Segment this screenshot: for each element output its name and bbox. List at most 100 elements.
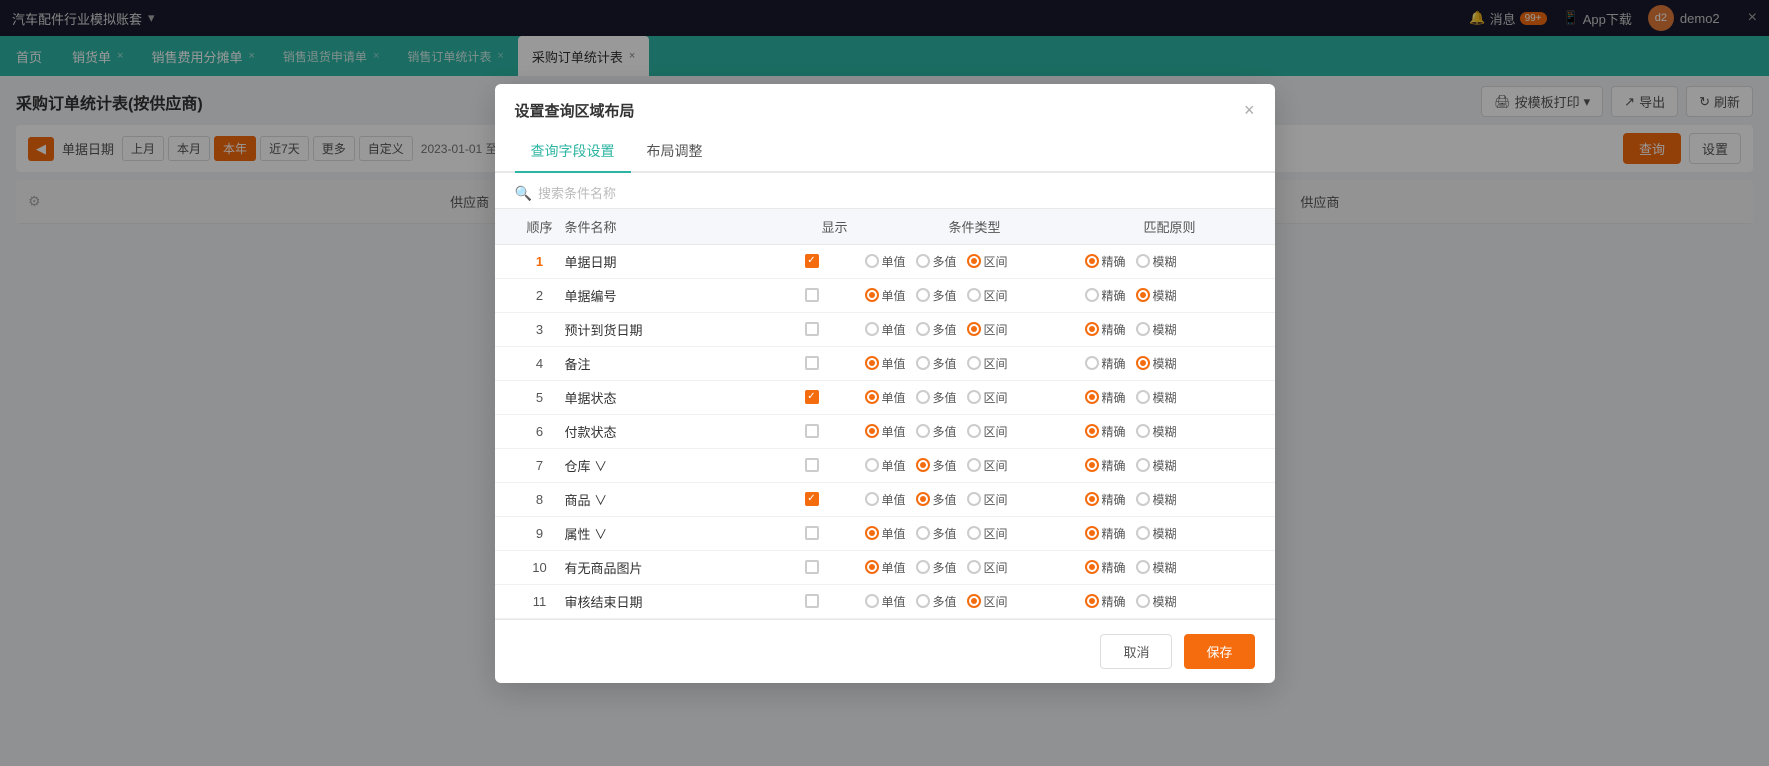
radio-type-多值[interactable]: 多值 [916, 389, 957, 406]
radio-match-模糊[interactable]: 模糊 [1136, 253, 1177, 270]
row-display[interactable] [805, 424, 865, 438]
row-display[interactable] [805, 322, 865, 336]
radio-match-模糊[interactable]: 模糊 [1136, 525, 1177, 542]
display-checkbox[interactable] [805, 390, 819, 404]
radio-type-多值[interactable]: 多值 [916, 321, 957, 338]
radio-type-区间[interactable]: 区间 [967, 491, 1008, 508]
radio-type-多值[interactable]: 多值 [916, 287, 957, 304]
radio-match-模糊[interactable]: 模糊 [1136, 423, 1177, 440]
row-display[interactable] [805, 458, 865, 472]
radio-type-单值[interactable]: 单值 [865, 525, 906, 542]
radio-type-单值[interactable]: 单值 [865, 253, 906, 270]
radio-match-精确[interactable]: 精确 [1085, 423, 1126, 440]
display-checkbox[interactable] [805, 560, 819, 574]
radio-type-单值[interactable]: 单值 [865, 423, 906, 440]
row-display[interactable] [805, 492, 865, 506]
row-display[interactable] [805, 390, 865, 404]
modal-close-btn[interactable]: × [1244, 101, 1255, 119]
radio-match-精确[interactable]: 精确 [1085, 355, 1126, 372]
radio-match-模糊[interactable]: 模糊 [1136, 287, 1177, 304]
display-checkbox[interactable] [805, 492, 819, 506]
radio-type-多值[interactable]: 多值 [916, 525, 957, 542]
radio-type-单值[interactable]: 单值 [865, 593, 906, 610]
radio-match-精确[interactable]: 精确 [1085, 491, 1126, 508]
radio-type-区间[interactable]: 区间 [967, 559, 1008, 576]
radio-type-多值[interactable]: 多值 [916, 559, 957, 576]
row-name: 商品 ∨ [565, 490, 805, 509]
row-order: 11 [515, 594, 565, 609]
radio-type-单值[interactable]: 单值 [865, 287, 906, 304]
col-header-match: 匹配原则 [1085, 217, 1255, 236]
radio-match-模糊[interactable]: 模糊 [1136, 457, 1177, 474]
modal-title: 设置查询区域布局 [515, 100, 635, 121]
radio-type-单值[interactable]: 单值 [865, 559, 906, 576]
radio-type-单值[interactable]: 单值 [865, 491, 906, 508]
radio-match-模糊[interactable]: 模糊 [1136, 593, 1177, 610]
modal-tab-fields[interactable]: 查询字段设置 [515, 133, 631, 173]
display-checkbox[interactable] [805, 288, 819, 302]
row-display[interactable] [805, 560, 865, 574]
radio-type-区间[interactable]: 区间 [967, 457, 1008, 474]
row-display[interactable] [805, 594, 865, 608]
row-match: 精确 模糊 [1085, 423, 1255, 440]
radio-match-精确[interactable]: 精确 [1085, 559, 1126, 576]
radio-match-精确[interactable]: 精确 [1085, 287, 1126, 304]
radio-type-单值[interactable]: 单值 [865, 457, 906, 474]
radio-type-区间[interactable]: 区间 [967, 287, 1008, 304]
row-type: 单值 多值 区间 [865, 253, 1085, 270]
table-row: 1 单据日期 单值 多值 区间 精确 [495, 245, 1275, 279]
radio-circle [1085, 458, 1099, 472]
display-checkbox[interactable] [805, 322, 819, 336]
row-match: 精确 模糊 [1085, 491, 1255, 508]
radio-circle [1085, 356, 1099, 370]
radio-match-精确[interactable]: 精确 [1085, 457, 1126, 474]
radio-circle [1136, 492, 1150, 506]
row-order: 2 [515, 288, 565, 303]
display-checkbox[interactable] [805, 458, 819, 472]
display-checkbox[interactable] [805, 526, 819, 540]
radio-match-精确[interactable]: 精确 [1085, 593, 1126, 610]
radio-type-区间[interactable]: 区间 [967, 423, 1008, 440]
row-display[interactable] [805, 288, 865, 302]
radio-type-区间[interactable]: 区间 [967, 321, 1008, 338]
row-display[interactable] [805, 254, 865, 268]
radio-match-精确[interactable]: 精确 [1085, 525, 1126, 542]
radio-match-模糊[interactable]: 模糊 [1136, 355, 1177, 372]
radio-match-精确[interactable]: 精确 [1085, 321, 1126, 338]
display-checkbox[interactable] [805, 356, 819, 370]
row-match: 精确 模糊 [1085, 525, 1255, 542]
radio-type-多值[interactable]: 多值 [916, 355, 957, 372]
radio-type-区间[interactable]: 区间 [967, 593, 1008, 610]
cancel-btn[interactable]: 取消 [1100, 634, 1172, 669]
radio-type-区间[interactable]: 区间 [967, 253, 1008, 270]
radio-match-模糊[interactable]: 模糊 [1136, 559, 1177, 576]
radio-match-精确[interactable]: 精确 [1085, 389, 1126, 406]
radio-type-单值[interactable]: 单值 [865, 321, 906, 338]
row-display[interactable] [805, 526, 865, 540]
row-type: 单值 多值 区间 [865, 423, 1085, 440]
radio-type-单值[interactable]: 单值 [865, 355, 906, 372]
modal-footer: 取消 保存 [495, 619, 1275, 683]
radio-type-区间[interactable]: 区间 [967, 525, 1008, 542]
modal-tab-layout[interactable]: 布局调整 [631, 133, 719, 173]
row-display[interactable] [805, 356, 865, 370]
radio-match-模糊[interactable]: 模糊 [1136, 491, 1177, 508]
col-header-type: 条件类型 [865, 217, 1085, 236]
display-checkbox[interactable] [805, 594, 819, 608]
display-checkbox[interactable] [805, 254, 819, 268]
save-btn[interactable]: 保存 [1184, 634, 1254, 669]
display-checkbox[interactable] [805, 424, 819, 438]
radio-match-精确[interactable]: 精确 [1085, 253, 1126, 270]
radio-type-区间[interactable]: 区间 [967, 355, 1008, 372]
radio-type-多值[interactable]: 多值 [916, 457, 957, 474]
search-input[interactable] [538, 186, 1255, 201]
radio-type-多值[interactable]: 多值 [916, 593, 957, 610]
radio-type-多值[interactable]: 多值 [916, 491, 957, 508]
radio-match-模糊[interactable]: 模糊 [1136, 389, 1177, 406]
row-order: 9 [515, 526, 565, 541]
radio-type-区间[interactable]: 区间 [967, 389, 1008, 406]
radio-type-多值[interactable]: 多值 [916, 253, 957, 270]
radio-type-单值[interactable]: 单值 [865, 389, 906, 406]
radio-match-模糊[interactable]: 模糊 [1136, 321, 1177, 338]
radio-type-多值[interactable]: 多值 [916, 423, 957, 440]
